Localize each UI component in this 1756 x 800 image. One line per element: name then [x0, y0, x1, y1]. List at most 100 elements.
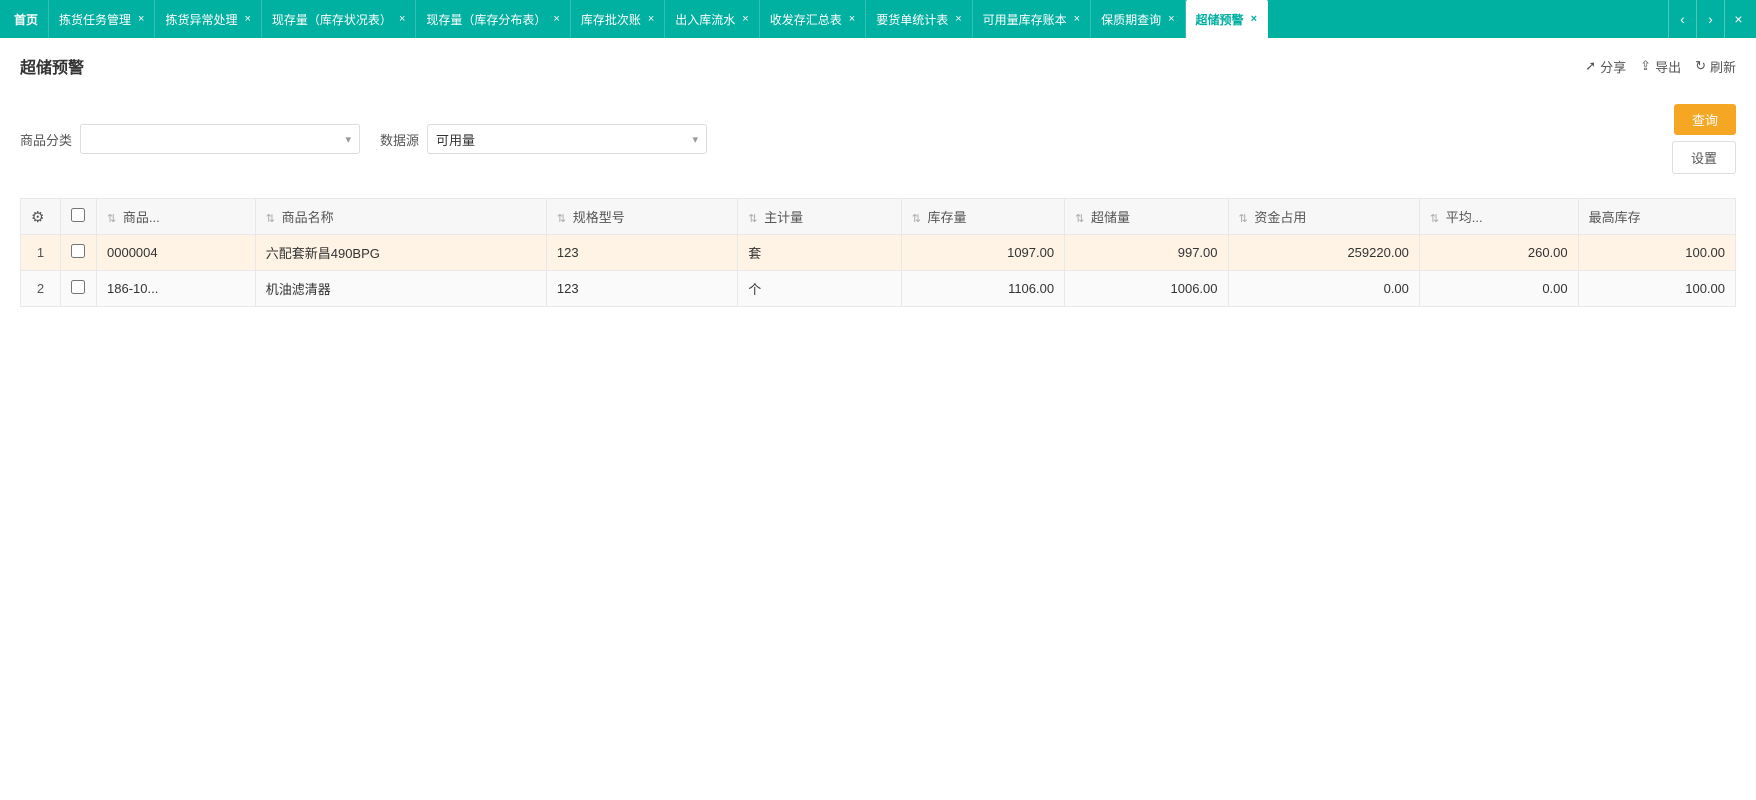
close-icon[interactable]: × — [648, 13, 654, 25]
th-product-code[interactable]: ⇅ 商品... — [97, 199, 256, 235]
gear-icon[interactable]: ⚙ — [31, 209, 44, 226]
refresh-label: 刷新 — [1710, 57, 1736, 76]
settings-button[interactable]: 设置 — [1672, 141, 1736, 174]
row-checkbox[interactable] — [71, 280, 85, 294]
sort-icon: ⇅ — [1075, 213, 1084, 225]
nav-tab-label: 要货单统计表 — [876, 11, 948, 28]
nav-tab-label: 收发存汇总表 — [770, 11, 842, 28]
header-actions: ➚ 分享 ⇪ 导出 ↻ 刷新 — [1585, 57, 1736, 76]
row-number: 2 — [21, 271, 61, 307]
cell-unit: 套 — [738, 235, 901, 271]
cell-max-stock: 100.00 — [1578, 271, 1735, 307]
close-icon[interactable]: × — [849, 13, 855, 25]
cell-overstock-qty: 1006.00 — [1065, 271, 1228, 307]
nav-tab-label: 出入库流水 — [675, 11, 735, 28]
close-icon[interactable]: × — [244, 13, 250, 25]
cell-stock-qty: 1106.00 — [901, 271, 1064, 307]
refresh-icon: ↻ — [1695, 58, 1706, 74]
nav-tab-stock-dist[interactable]: 现存量（库存分布表） × — [416, 0, 570, 38]
th-stock-qty[interactable]: ⇅ 库存量 — [901, 199, 1064, 235]
nav-tab-stock-status[interactable]: 现存量（库存状况表） × — [262, 0, 416, 38]
cell-stock-qty: 1097.00 — [901, 235, 1064, 271]
query-button[interactable]: 查询 — [1674, 104, 1736, 135]
share-icon: ➚ — [1585, 58, 1596, 74]
chevron-down-icon: ▾ — [693, 133, 699, 146]
nav-tab-inout-flow[interactable]: 出入库流水 × — [665, 0, 759, 38]
nav-tab-exception[interactable]: 拣货异常处理 × — [155, 0, 261, 38]
table-body: 1 0000004 六配套新昌490BPG 123 套 1097.00 997.… — [21, 235, 1736, 307]
th-spec[interactable]: ⇅ 规格型号 — [546, 199, 737, 235]
sort-icon: ⇅ — [107, 213, 116, 225]
nav-tab-available[interactable]: 可用量库存账本 × — [973, 0, 1091, 38]
datasource-select[interactable]: 可用量 ▾ — [427, 124, 707, 154]
close-icon[interactable]: × — [1251, 13, 1257, 25]
nav-tab-label: 可用量库存账本 — [983, 11, 1067, 28]
nav-tab-summary[interactable]: 收发存汇总表 × — [760, 0, 866, 38]
cell-capital-occupy: 259220.00 — [1228, 235, 1419, 271]
datasource-filter-group: 数据源 可用量 ▾ — [380, 124, 707, 154]
page-header: 超储预警 ➚ 分享 ⇪ 导出 ↻ 刷新 — [20, 54, 1736, 78]
row-checkbox[interactable] — [71, 244, 85, 258]
cell-product-name: 六配套新昌490BPG — [255, 235, 546, 271]
sort-icon: ⇅ — [557, 213, 566, 225]
refresh-button[interactable]: ↻ 刷新 — [1695, 57, 1736, 76]
close-icon[interactable]: × — [553, 13, 559, 25]
cell-spec: 123 — [546, 235, 737, 271]
close-icon[interactable]: × — [955, 13, 961, 25]
row-number: 1 — [21, 235, 61, 271]
close-icon[interactable]: × — [1074, 13, 1080, 25]
nav-tab-batch[interactable]: 库存批次账 × — [571, 0, 665, 38]
row-checkbox-cell — [61, 271, 97, 307]
nav-close-button[interactable]: × — [1724, 0, 1752, 38]
close-icon[interactable]: × — [399, 13, 405, 25]
nav-prev-button[interactable]: ‹ — [1668, 0, 1696, 38]
sort-icon: ⇅ — [1430, 213, 1439, 225]
close-icon[interactable]: × — [138, 13, 144, 25]
datasource-value: 可用量 — [436, 130, 475, 149]
top-navigation: 首页 拣货任务管理 × 拣货异常处理 × 现存量（库存状况表） × 现存量（库存… — [0, 0, 1756, 38]
nav-tab-home-label: 首页 — [14, 11, 38, 28]
th-settings: ⚙ — [21, 199, 61, 235]
cell-max-stock: 100.00 — [1578, 235, 1735, 271]
th-checkbox — [61, 199, 97, 235]
export-icon: ⇪ — [1640, 58, 1651, 74]
nav-tab-label: 拣货异常处理 — [165, 11, 237, 28]
nav-tab-home[interactable]: 首页 — [4, 0, 49, 38]
category-label: 商品分类 — [20, 130, 72, 149]
filter-area: 商品分类 ▾ 数据源 可用量 ▾ 查询 设置 — [20, 94, 1736, 184]
close-icon[interactable]: × — [1168, 13, 1174, 25]
table-row: 1 0000004 六配套新昌490BPG 123 套 1097.00 997.… — [21, 235, 1736, 271]
th-avg[interactable]: ⇅ 平均... — [1419, 199, 1578, 235]
nav-tab-label: 拣货任务管理 — [59, 11, 131, 28]
sort-icon: ⇅ — [748, 213, 757, 225]
cell-avg: 0.00 — [1419, 271, 1578, 307]
category-select[interactable]: ▾ — [80, 124, 360, 154]
cell-avg: 260.00 — [1419, 235, 1578, 271]
export-button[interactable]: ⇪ 导出 — [1640, 57, 1681, 76]
nav-tab-overstock[interactable]: 超储预警 × — [1186, 0, 1268, 38]
th-max-stock: 最高库存 — [1578, 199, 1735, 235]
close-icon[interactable]: × — [742, 13, 748, 25]
th-product-name[interactable]: ⇅ 商品名称 — [255, 199, 546, 235]
nav-tab-expiry[interactable]: 保质期查询 × — [1091, 0, 1185, 38]
nav-arrows: ‹ › × — [1668, 0, 1752, 38]
cell-capital-occupy: 0.00 — [1228, 271, 1419, 307]
cell-spec: 123 — [546, 271, 737, 307]
sort-icon: ⇅ — [1239, 213, 1248, 225]
chevron-down-icon: ▾ — [345, 133, 351, 146]
page-title: 超储预警 — [20, 54, 84, 78]
cell-product-code: 0000004 — [97, 235, 256, 271]
select-all-checkbox[interactable] — [71, 208, 85, 222]
filter-buttons: 查询 设置 — [1672, 104, 1736, 174]
th-unit[interactable]: ⇅ 主计量 — [738, 199, 901, 235]
category-filter-group: 商品分类 ▾ — [20, 124, 360, 154]
share-button[interactable]: ➚ 分享 — [1585, 57, 1626, 76]
nav-tab-order-stats[interactable]: 要货单统计表 × — [866, 0, 972, 38]
nav-tab-label: 超储预警 — [1196, 11, 1244, 28]
th-capital-occupy[interactable]: ⇅ 资金占用 — [1228, 199, 1419, 235]
table-row: 2 186-10... 机油滤清器 123 个 1106.00 1006.00 … — [21, 271, 1736, 307]
page-content: 超储预警 ➚ 分享 ⇪ 导出 ↻ 刷新 商品分类 ▾ 数据源 — [0, 38, 1756, 800]
th-overstock-qty[interactable]: ⇅ 超储量 — [1065, 199, 1228, 235]
nav-next-button[interactable]: › — [1696, 0, 1724, 38]
nav-tab-task-mgmt[interactable]: 拣货任务管理 × — [49, 0, 155, 38]
